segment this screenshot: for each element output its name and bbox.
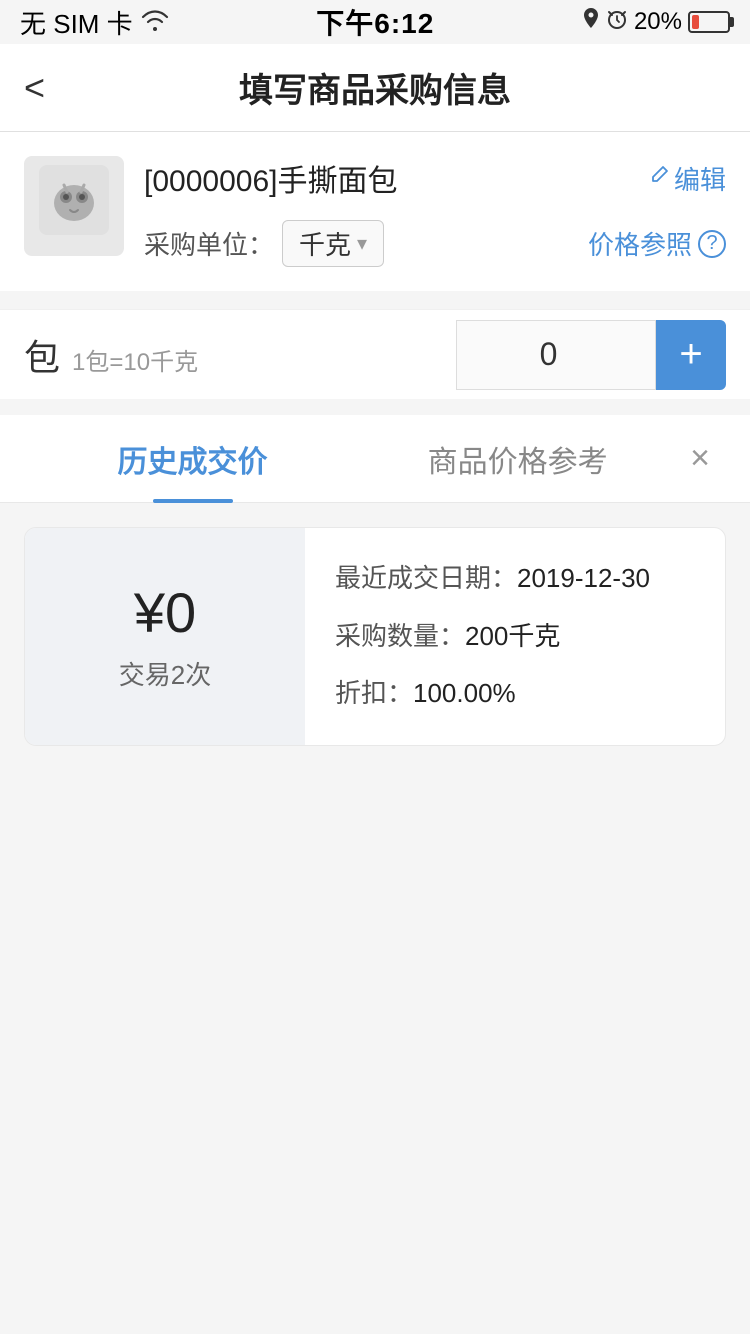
price-value: 0 bbox=[165, 581, 196, 644]
price-card-right: 最近成交日期：2019-12-30 采购数量：200千克 折扣：100.00% bbox=[305, 528, 725, 745]
discount-label: 折扣： bbox=[335, 678, 413, 708]
price-ref-label: 价格参照 bbox=[588, 225, 692, 262]
purchase-qty-label: 采购数量： bbox=[335, 621, 465, 651]
tab-history-label: 历史成交价 bbox=[118, 437, 268, 481]
product-thumbnail bbox=[24, 156, 124, 256]
tab-history-underline bbox=[153, 499, 233, 503]
status-time: 下午6:12 bbox=[316, 2, 434, 42]
quantity-section: 包 1包=10千克 + bbox=[0, 309, 750, 399]
tab-reference-label: 商品价格参考 bbox=[428, 437, 608, 481]
edit-icon bbox=[648, 164, 670, 193]
tabs-close-button[interactable]: × bbox=[680, 429, 720, 488]
tab-reference[interactable]: 商品价格参考 bbox=[355, 415, 680, 503]
price-amount: ¥0 bbox=[134, 580, 196, 645]
wifi-icon bbox=[141, 7, 169, 38]
product-name-row: [0000006]手撕面包 编辑 bbox=[144, 156, 726, 200]
recent-date-label: 最近成交日期： bbox=[335, 563, 517, 593]
quantity-input-group[interactable]: + bbox=[456, 320, 726, 390]
quantity-label-group: 包 1包=10千克 bbox=[24, 329, 198, 381]
price-symbol: ¥ bbox=[134, 581, 165, 644]
page-title: 填写商品采购信息 bbox=[239, 63, 511, 112]
price-card: ¥0 交易2次 最近成交日期：2019-12-30 采购数量：200千克 折扣：… bbox=[24, 527, 726, 746]
recent-date-value: 2019-12-30 bbox=[517, 563, 650, 593]
status-left: 无 SIM 卡 bbox=[20, 4, 169, 41]
unit-value: 千克 bbox=[299, 225, 351, 262]
quantity-plus-button[interactable]: + bbox=[656, 320, 726, 390]
price-card-left: ¥0 交易2次 bbox=[25, 528, 305, 745]
quantity-input[interactable] bbox=[456, 320, 656, 390]
purchase-qty-value: 200千克 bbox=[465, 621, 560, 651]
product-card: [0000006]手撕面包 编辑 采购单位： 千克 ▾ 价格参照 bbox=[0, 132, 750, 291]
price-detail-discount: 折扣：100.00% bbox=[335, 673, 695, 715]
price-ref-help-icon: ? bbox=[698, 230, 726, 258]
alarm-icon bbox=[606, 8, 628, 37]
carrier-text: 无 SIM 卡 bbox=[20, 4, 133, 41]
battery-icon bbox=[688, 11, 730, 33]
back-button[interactable]: < bbox=[24, 67, 45, 109]
edit-label: 编辑 bbox=[674, 160, 726, 197]
tabs-bar: 历史成交价 商品价格参考 × bbox=[0, 415, 750, 503]
quantity-unit-sub: 1包=10千克 bbox=[72, 342, 198, 377]
battery-pct: 20% bbox=[634, 8, 682, 36]
status-right: 20% bbox=[582, 8, 730, 37]
unit-select[interactable]: 千克 ▾ bbox=[282, 220, 384, 267]
price-detail-qty: 采购数量：200千克 bbox=[335, 616, 695, 658]
quantity-unit-big: 包 bbox=[24, 329, 60, 381]
price-detail-date: 最近成交日期：2019-12-30 bbox=[335, 558, 695, 600]
location-icon bbox=[582, 8, 600, 37]
unit-row: 采购单位： 千克 ▾ 价格参照 ? bbox=[144, 220, 726, 267]
price-ref-button[interactable]: 价格参照 ? bbox=[588, 225, 726, 262]
status-bar: 无 SIM 卡 下午6:12 20% bbox=[0, 0, 750, 44]
section-divider bbox=[0, 291, 750, 307]
edit-button[interactable]: 编辑 bbox=[648, 160, 726, 197]
price-trades: 交易2次 bbox=[119, 655, 211, 692]
product-thumbnail-icon bbox=[39, 165, 109, 247]
product-info: [0000006]手撕面包 编辑 采购单位： 千克 ▾ 价格参照 bbox=[144, 156, 726, 267]
tab-history[interactable]: 历史成交价 bbox=[30, 415, 355, 503]
product-full-name: [0000006]手撕面包 bbox=[144, 156, 397, 200]
unit-dropdown-arrow: ▾ bbox=[357, 231, 367, 256]
discount-value: 100.00% bbox=[413, 678, 516, 708]
price-card-container: ¥0 交易2次 最近成交日期：2019-12-30 采购数量：200千克 折扣：… bbox=[0, 503, 750, 770]
nav-bar: < 填写商品采购信息 bbox=[0, 44, 750, 132]
unit-label: 采购单位： bbox=[144, 225, 274, 262]
